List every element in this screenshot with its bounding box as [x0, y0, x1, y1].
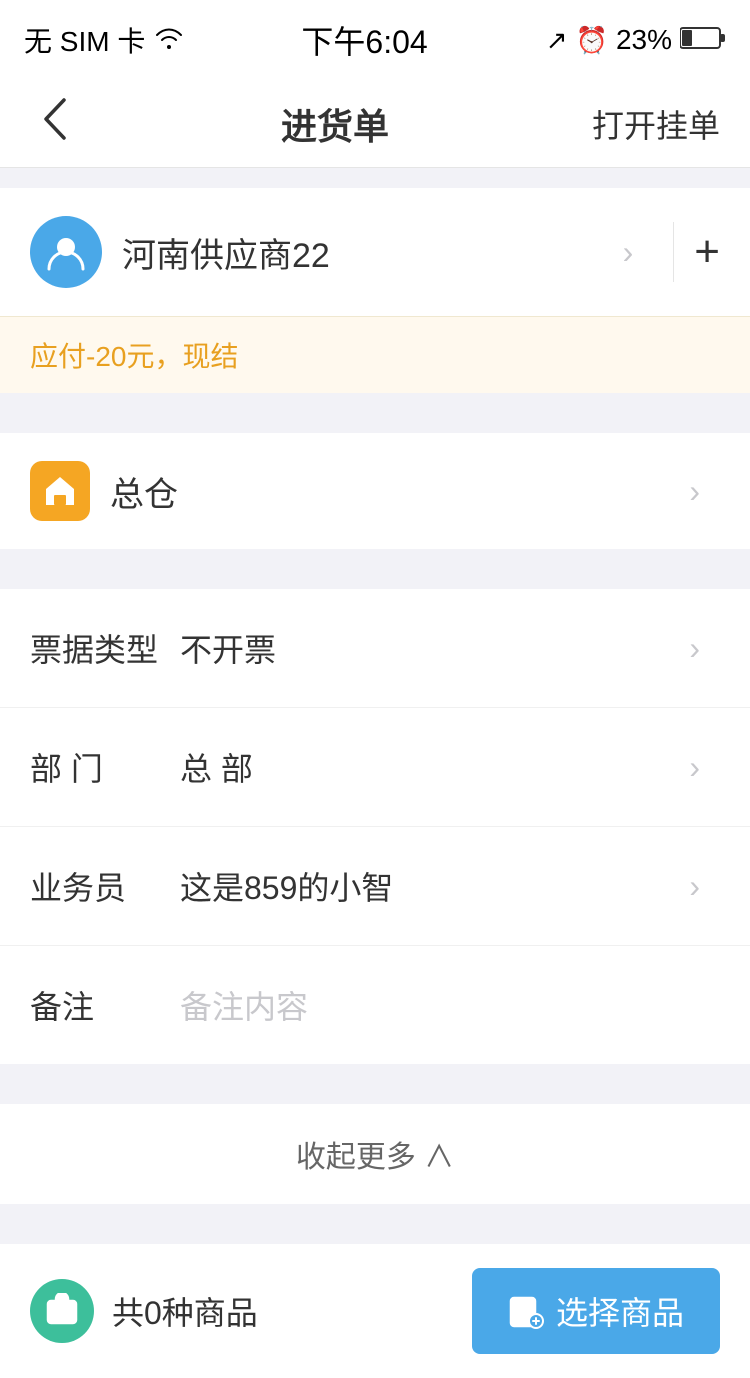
vertical-divider [673, 222, 674, 282]
invoice-type-label: 票据类型 [30, 625, 170, 671]
salesman-chevron-icon: › [689, 868, 700, 905]
section-gap-2 [0, 393, 750, 413]
department-row[interactable]: 部 门 总 部 › [0, 708, 750, 827]
product-count-section: 共0种商品 [30, 1279, 258, 1343]
notes-row[interactable]: 备注 备注内容 [0, 946, 750, 1064]
nav-bar: 进货单 打开挂单 [0, 80, 750, 168]
supplier-avatar [30, 216, 102, 288]
page-title: 进货单 [281, 98, 389, 150]
invoice-type-row[interactable]: 票据类型 不开票 › [0, 589, 750, 708]
select-product-label: 选择商品 [556, 1288, 684, 1334]
section-gap-1 [0, 168, 750, 188]
form-section: 票据类型 不开票 › 部 门 总 部 › 业务员 这是859的小智 › 备注 备… [0, 589, 750, 1064]
status-time: 下午6:04 [301, 17, 427, 63]
salesman-row[interactable]: 业务员 这是859的小智 › [0, 827, 750, 946]
carrier-text: 无 SIM 卡 [24, 20, 145, 60]
product-count-text: 共0种商品 [112, 1288, 258, 1334]
supplier-card: 河南供应商22 › + 应付-20元，现结 [0, 188, 750, 393]
warehouse-icon [30, 461, 90, 521]
add-supplier-button[interactable]: + [694, 230, 720, 274]
collapse-bar[interactable]: 收起更多 ∧ [0, 1104, 750, 1204]
section-gap-4 [0, 1064, 750, 1084]
status-bar: 无 SIM 卡 下午6:04 ↗ ⏰ 23% [0, 0, 750, 80]
bottom-bar: 共0种商品 选择商品 [0, 1244, 750, 1378]
salesman-value: 这是859的小智 [170, 863, 689, 909]
supplier-name: 河南供应商22 [122, 228, 623, 277]
department-value: 总 部 [170, 744, 689, 790]
invoice-type-value: 不开票 [170, 625, 689, 671]
department-chevron-icon: › [689, 749, 700, 786]
section-gap-3 [0, 549, 750, 569]
location-icon: ↗ [546, 25, 568, 56]
warehouse-chevron-icon: › [689, 473, 700, 510]
open-pending-button[interactable]: 打开挂单 [592, 101, 720, 147]
department-label: 部 门 [30, 744, 170, 790]
battery-text: 23% [616, 24, 672, 56]
notes-placeholder: 备注内容 [170, 982, 720, 1028]
status-right: ↗ ⏰ 23% [546, 24, 726, 56]
product-count-icon [30, 1279, 94, 1343]
section-gap-5 [0, 1204, 750, 1224]
warehouse-name: 总仓 [110, 467, 689, 516]
select-product-button[interactable]: 选择商品 [472, 1268, 720, 1354]
supplier-row[interactable]: 河南供应商22 › + [0, 188, 750, 316]
battery-icon [680, 24, 726, 56]
alarm-icon: ⏰ [576, 25, 608, 56]
warehouse-row[interactable]: 总仓 › [0, 433, 750, 549]
salesman-label: 业务员 [30, 863, 170, 909]
supplier-notice: 应付-20元，现结 [0, 316, 750, 393]
supplier-chevron-icon: › [623, 234, 634, 271]
status-left: 无 SIM 卡 [24, 20, 183, 60]
wifi-icon [155, 24, 183, 56]
invoice-type-chevron-icon: › [689, 630, 700, 667]
notes-label: 备注 [30, 982, 170, 1028]
back-button[interactable] [30, 86, 78, 162]
